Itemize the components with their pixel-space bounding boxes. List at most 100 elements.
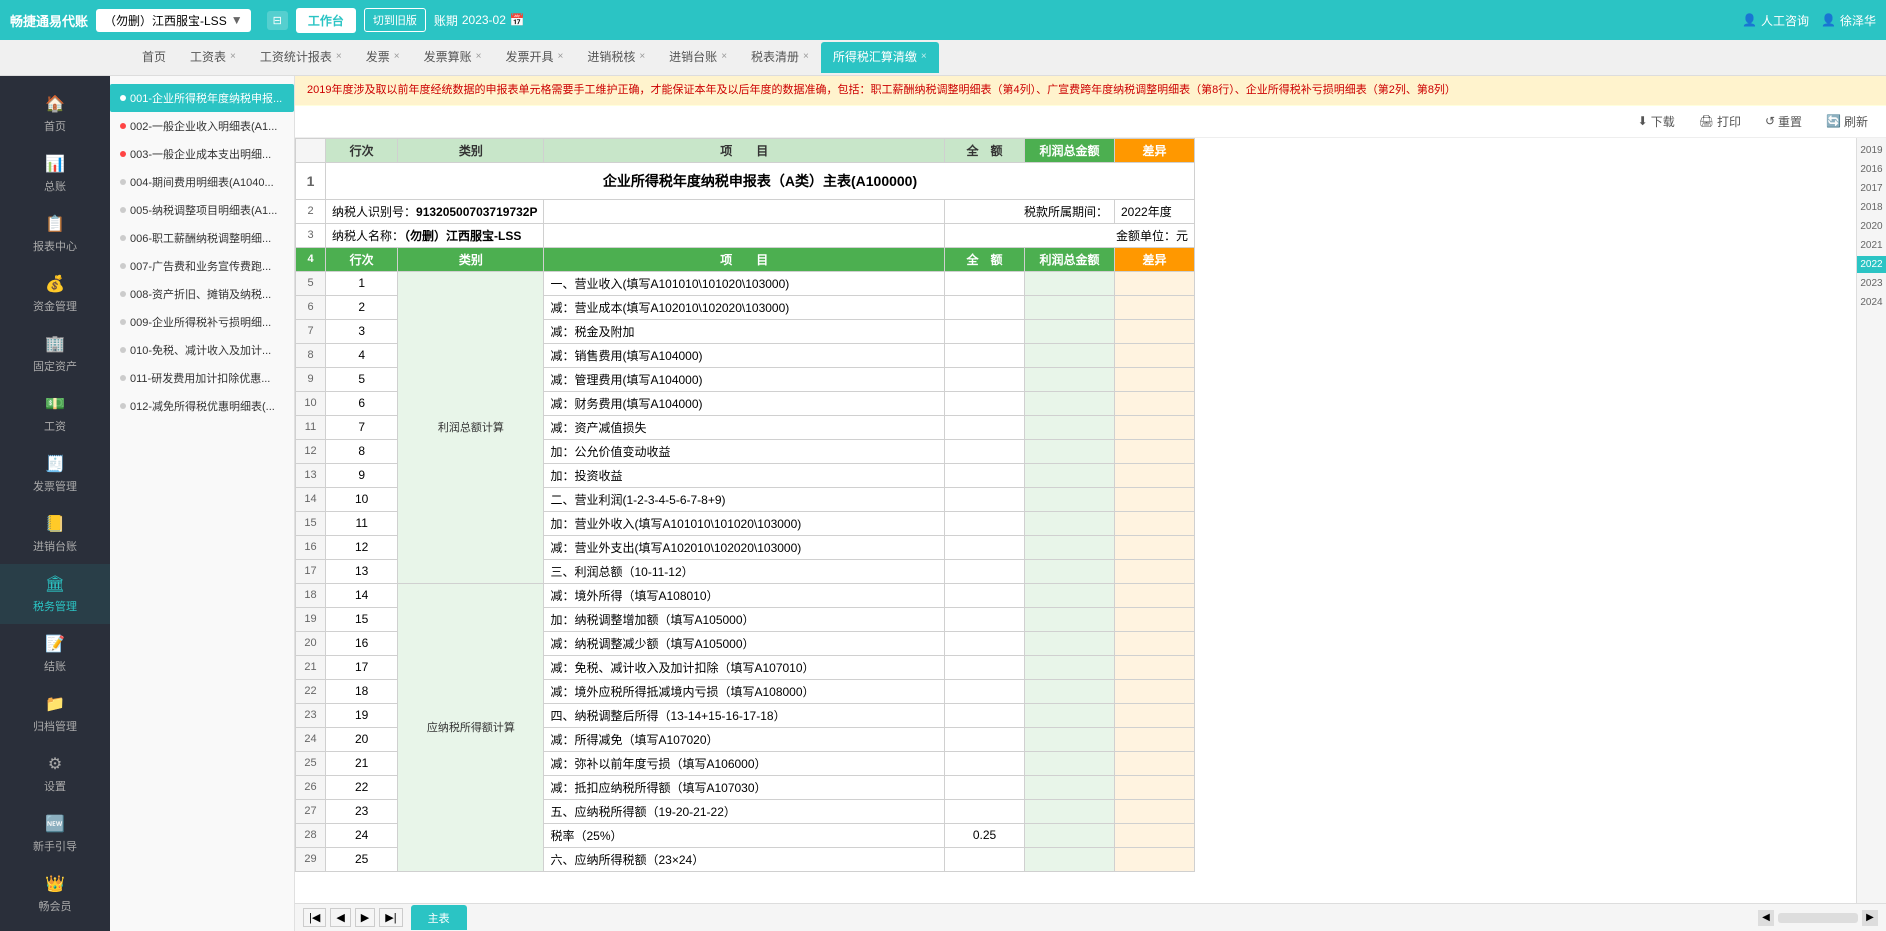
nav-tab[interactable]: 所得税汇算清缴 × bbox=[821, 42, 939, 73]
row-profit[interactable] bbox=[1025, 799, 1115, 823]
timeline-year-2017[interactable]: 2017 bbox=[1857, 180, 1886, 197]
row-item[interactable]: 减：境外所得（填写A108010） bbox=[544, 583, 945, 607]
row-diff[interactable] bbox=[1115, 559, 1195, 583]
sub-sidebar-item-8[interactable]: 009-企业所得税补亏损明细... bbox=[110, 308, 294, 336]
timeline-year-2022[interactable]: 2022 bbox=[1857, 256, 1886, 273]
row-amount[interactable] bbox=[945, 751, 1025, 775]
row-item[interactable]: 六、应纳所得税额（23×24） bbox=[544, 847, 945, 871]
close-tab-icon[interactable]: × bbox=[639, 51, 645, 62]
row-profit[interactable] bbox=[1025, 847, 1115, 871]
row-item[interactable]: 减：资产减值损失 bbox=[544, 415, 945, 439]
row-item[interactable]: 减：销售费用(填写A104000) bbox=[544, 343, 945, 367]
nav-tab[interactable]: 首页 bbox=[130, 42, 178, 73]
nav-tab[interactable]: 发票算账 × bbox=[412, 42, 494, 73]
row-profit[interactable] bbox=[1025, 583, 1115, 607]
sidebar-item-9[interactable]: 📝结账 bbox=[0, 624, 110, 684]
row-profit[interactable] bbox=[1025, 607, 1115, 631]
sub-sidebar-item-2[interactable]: 003-一般企业成本支出明细... bbox=[110, 140, 294, 168]
row-amount[interactable] bbox=[945, 655, 1025, 679]
sub-sidebar-item-6[interactable]: 007-广告费和业务宣传费跑... bbox=[110, 252, 294, 280]
row-item[interactable]: 一、营业收入(填写A101010\101020\103000) bbox=[544, 271, 945, 295]
sidebar-item-8[interactable]: 🏛税务管理 bbox=[0, 564, 110, 624]
close-tab-icon[interactable]: × bbox=[721, 51, 727, 62]
row-amount[interactable] bbox=[945, 295, 1025, 319]
sub-sidebar-item-9[interactable]: 010-免税、减计收入及加计... bbox=[110, 336, 294, 364]
row-amount[interactable] bbox=[945, 487, 1025, 511]
workbench-button[interactable]: 工作台 bbox=[296, 8, 356, 33]
row-amount[interactable] bbox=[945, 319, 1025, 343]
row-amount[interactable] bbox=[945, 607, 1025, 631]
row-item[interactable]: 减：境外应税所得抵减境内亏损（填写A108000） bbox=[544, 679, 945, 703]
row-item[interactable]: 减：抵扣应纳税所得额（填写A107030） bbox=[544, 775, 945, 799]
row-item[interactable]: 减：管理费用(填写A104000) bbox=[544, 367, 945, 391]
row-diff[interactable] bbox=[1115, 751, 1195, 775]
row-diff[interactable] bbox=[1115, 823, 1195, 847]
reset-button[interactable]: ↺ 重置 bbox=[1759, 110, 1808, 133]
row-item[interactable]: 减：营业成本(填写A102010\102020\103000) bbox=[544, 295, 945, 319]
row-amount[interactable] bbox=[945, 391, 1025, 415]
nav-tab[interactable]: 进销税核 × bbox=[575, 42, 657, 73]
row-profit[interactable] bbox=[1025, 271, 1115, 295]
sidebar-item-3[interactable]: 💰资金管理 bbox=[0, 264, 110, 324]
row-item[interactable]: 减：免税、减计收入及加计扣除（填写A107010） bbox=[544, 655, 945, 679]
sidebar-item-0[interactable]: 🏠首页 bbox=[0, 84, 110, 144]
row-amount[interactable] bbox=[945, 271, 1025, 295]
row-profit[interactable] bbox=[1025, 823, 1115, 847]
first-tab-button[interactable]: |◀ bbox=[303, 908, 326, 927]
sub-sidebar-item-10[interactable]: 011-研发费用加计扣除优惠... bbox=[110, 364, 294, 392]
calendar-icon[interactable]: 📅 bbox=[510, 13, 525, 27]
row-diff[interactable] bbox=[1115, 391, 1195, 415]
row-amount[interactable] bbox=[945, 703, 1025, 727]
horizontal-scrollbar[interactable] bbox=[1778, 913, 1858, 923]
spreadsheet[interactable]: 行次 类别 项 目 全 额 利润总金额 差异 1企业所得税年度纳税申报表（A类）… bbox=[295, 138, 1856, 904]
close-tab-icon[interactable]: × bbox=[557, 51, 563, 62]
row-profit[interactable] bbox=[1025, 367, 1115, 391]
next-tab-button[interactable]: ▶ bbox=[355, 908, 375, 927]
row-item[interactable]: 加：投资收益 bbox=[544, 463, 945, 487]
row-amount[interactable] bbox=[945, 727, 1025, 751]
scroll-right-button[interactable]: ▶ bbox=[1862, 910, 1878, 926]
row-profit[interactable] bbox=[1025, 679, 1115, 703]
row-amount[interactable] bbox=[945, 343, 1025, 367]
row-item[interactable]: 减：税金及附加 bbox=[544, 319, 945, 343]
row-profit[interactable] bbox=[1025, 463, 1115, 487]
nav-tab[interactable]: 工资统计报表 × bbox=[248, 42, 354, 73]
print-icon-btn[interactable]: ⊟ bbox=[267, 11, 288, 30]
row-item[interactable]: 减：财务费用(填写A104000) bbox=[544, 391, 945, 415]
row-profit[interactable] bbox=[1025, 559, 1115, 583]
sidebar-item-4[interactable]: 🏢固定资产 bbox=[0, 324, 110, 384]
cut-old-button[interactable]: 切到旧版 bbox=[364, 8, 426, 32]
nav-tab[interactable]: 工资表 × bbox=[178, 42, 248, 73]
close-tab-icon[interactable]: × bbox=[394, 51, 400, 62]
row-diff[interactable] bbox=[1115, 343, 1195, 367]
row-amount[interactable]: 0.25 bbox=[945, 823, 1025, 847]
timeline-year-2020[interactable]: 2020 bbox=[1857, 218, 1886, 235]
sidebar-item-2[interactable]: 📋报表中心 bbox=[0, 204, 110, 264]
row-profit[interactable] bbox=[1025, 319, 1115, 343]
row-profit[interactable] bbox=[1025, 295, 1115, 319]
row-profit[interactable] bbox=[1025, 655, 1115, 679]
row-item[interactable]: 四、纳税调整后所得（13-14+15-16-17-18） bbox=[544, 703, 945, 727]
row-diff[interactable] bbox=[1115, 847, 1195, 871]
row-diff[interactable] bbox=[1115, 727, 1195, 751]
row-diff[interactable] bbox=[1115, 463, 1195, 487]
row-item[interactable]: 三、利润总额（10-11-12） bbox=[544, 559, 945, 583]
sidebar-item-1[interactable]: 📊总账 bbox=[0, 144, 110, 204]
refresh-button[interactable]: 🔄 刷新 bbox=[1820, 110, 1874, 133]
row-profit[interactable] bbox=[1025, 727, 1115, 751]
timeline-year-2023[interactable]: 2023 bbox=[1857, 275, 1886, 292]
row-amount[interactable] bbox=[945, 439, 1025, 463]
row-diff[interactable] bbox=[1115, 703, 1195, 727]
close-tab-icon[interactable]: × bbox=[803, 51, 809, 62]
row-profit[interactable] bbox=[1025, 511, 1115, 535]
row-profit[interactable] bbox=[1025, 703, 1115, 727]
row-diff[interactable] bbox=[1115, 607, 1195, 631]
unpin-button[interactable]: 📌 取消固定 bbox=[0, 924, 110, 931]
close-tab-icon[interactable]: × bbox=[230, 51, 236, 62]
row-diff[interactable] bbox=[1115, 511, 1195, 535]
timeline-year-2024[interactable]: 2024 bbox=[1857, 294, 1886, 311]
row-amount[interactable] bbox=[945, 583, 1025, 607]
sidebar-item-7[interactable]: 📒进销台账 bbox=[0, 504, 110, 564]
row-diff[interactable] bbox=[1115, 271, 1195, 295]
row-item[interactable]: 减：弥补以前年度亏损（填写A106000） bbox=[544, 751, 945, 775]
